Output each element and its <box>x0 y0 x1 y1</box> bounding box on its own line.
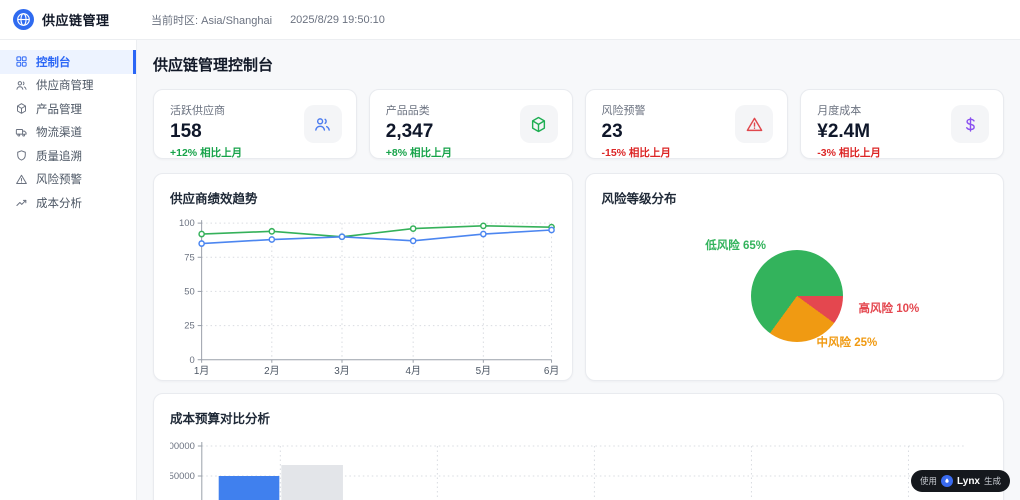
app-brand: 供应链管理 <box>0 9 137 30</box>
pie-chart-title: 风险等级分布 <box>601 192 677 206</box>
package-icon <box>531 116 546 132</box>
pie-graphic <box>750 250 843 342</box>
top-header: 供应链管理 当前时区: Asia/Shanghai 2025/8/29 19:5… <box>0 0 1020 40</box>
sidebar-item-label: 风险预警 <box>36 174 82 187</box>
dollar-icon <box>965 116 975 132</box>
svg-text:2月: 2月 <box>264 365 279 377</box>
stat-cards-row: 活跃供应商 158 +12% 相比上月 产品品类 2,347 +8% 相比上月 风险预警 23… <box>153 89 1004 159</box>
stat-icon-box <box>951 105 989 143</box>
line-chart-card: 供应商绩效趋势 0 25 50 75 100 1月 2月 3月 4月 5月 6月 <box>153 173 573 381</box>
app-title: 供应链管理 <box>42 13 110 28</box>
truck-icon <box>15 128 27 137</box>
pie-label-high-risk: 高风险 10% <box>858 303 920 315</box>
pie-label-low-risk: 低风险 65% <box>705 240 766 252</box>
page-title: 供应链管理控制台 <box>153 57 274 74</box>
sidebar-item-label: 成本分析 <box>36 197 82 210</box>
alert-icon <box>16 174 27 184</box>
stat-delta: +12% 相比上月 <box>170 146 243 159</box>
sidebar-item-quality[interactable]: 质量追溯 <box>0 144 136 168</box>
stat-icon-box <box>519 105 558 143</box>
shield-icon <box>17 150 26 161</box>
stat-delta: -15% 相比上月 <box>601 146 671 159</box>
svg-text:1月: 1月 <box>194 365 209 377</box>
lynx-logo-icon <box>941 475 954 487</box>
stat-delta: +8% 相比上月 <box>385 146 452 159</box>
svg-text:5月: 5月 <box>476 365 491 377</box>
trend-icon <box>16 200 27 207</box>
globe-logo-icon <box>13 9 34 30</box>
sidebar-item-label: 产品管理 <box>36 103 82 116</box>
stat-card-active-suppliers: 活跃供应商 158 +12% 相比上月 <box>153 89 357 159</box>
stat-delta: -3% 相比上月 <box>817 146 881 159</box>
stat-icon-box <box>303 105 342 143</box>
risk-distribution-pie-chart: 低风险 65% 高风险 10% 中风险 25% <box>602 213 988 383</box>
svg-text:0: 0 <box>189 355 194 366</box>
svg-text:100: 100 <box>179 218 195 229</box>
bar-chart-title: 成本预算对比分析 <box>170 412 271 426</box>
sidebar: 控制台供应商管理产品管理物流渠道质量追溯风险预警成本分析 <box>0 40 137 500</box>
users-icon <box>16 80 27 90</box>
svg-text:75: 75 <box>184 252 194 263</box>
sidebar-item-dashboard[interactable]: 控制台 <box>0 50 136 74</box>
badge-suffix: 生成 <box>983 476 1001 486</box>
datetime-text: 2025/8/29 19:50:10 <box>290 13 385 26</box>
sidebar-item-label: 物流渠道 <box>36 127 82 140</box>
line-chart-title: 供应商绩效趋势 <box>170 192 258 206</box>
timezone-label: 当前时区: Asia/Shanghai <box>151 14 273 27</box>
sidebar-item-risk[interactable]: 风险预警 <box>0 168 136 192</box>
sidebar-item-suppliers[interactable]: 供应商管理 <box>0 74 136 98</box>
stat-card-risk-alerts: 风险预警 23 -15% 相比上月 <box>584 89 789 159</box>
package-icon <box>17 103 26 115</box>
alert-icon <box>746 117 763 131</box>
svg-text:25: 25 <box>184 321 194 332</box>
sidebar-item-label: 控制台 <box>36 56 71 69</box>
lynx-generated-badge[interactable]: 使用 Lynx 生成 <box>911 470 1010 492</box>
stat-card-monthly-cost: 月度成本 ¥2.4M -3% 相比上月 <box>800 89 1004 159</box>
svg-text:450000: 450000 <box>170 471 195 482</box>
sidebar-item-logistics[interactable]: 物流渠道 <box>0 121 136 145</box>
supplier-performance-line-chart: 0 25 50 75 100 1月 2月 3月 4月 5月 6月 <box>179 218 559 377</box>
pie-chart-card: 风险等级分布 低风险 65% 高风险 10% 中风险 25% <box>584 173 1004 383</box>
sidebar-item-cost[interactable]: 成本分析 <box>0 191 136 215</box>
sidebar-item-label: 供应商管理 <box>36 80 94 93</box>
bar-chart-card: 成本预算对比分析 600000450000300000 <box>153 393 1004 500</box>
stat-icon-box <box>735 105 774 143</box>
svg-text:3月: 3月 <box>334 365 349 377</box>
cost-budget-bar-chart: 600000450000300000 <box>170 441 966 500</box>
sidebar-item-products[interactable]: 产品管理 <box>0 97 136 121</box>
pie-label-mid-risk: 中风险 25% <box>816 337 878 349</box>
badge-brand: Lynx <box>957 475 980 487</box>
badge-prefix: 使用 <box>920 476 938 486</box>
sidebar-item-label: 质量追溯 <box>36 150 82 163</box>
svg-text:600000: 600000 <box>170 441 195 452</box>
svg-text:6月: 6月 <box>544 365 559 377</box>
svg-text:50: 50 <box>184 286 194 297</box>
svg-text:4月: 4月 <box>405 365 420 377</box>
main-content: 供应链管理控制台 活跃供应商 158 +12% 相比上月 产品品类 2,347 +8% 相… <box>137 40 1020 500</box>
users-icon <box>315 117 331 131</box>
stat-card-product-categories: 产品品类 2,347 +8% 相比上月 <box>368 89 573 159</box>
dashboard-icon <box>16 56 27 67</box>
